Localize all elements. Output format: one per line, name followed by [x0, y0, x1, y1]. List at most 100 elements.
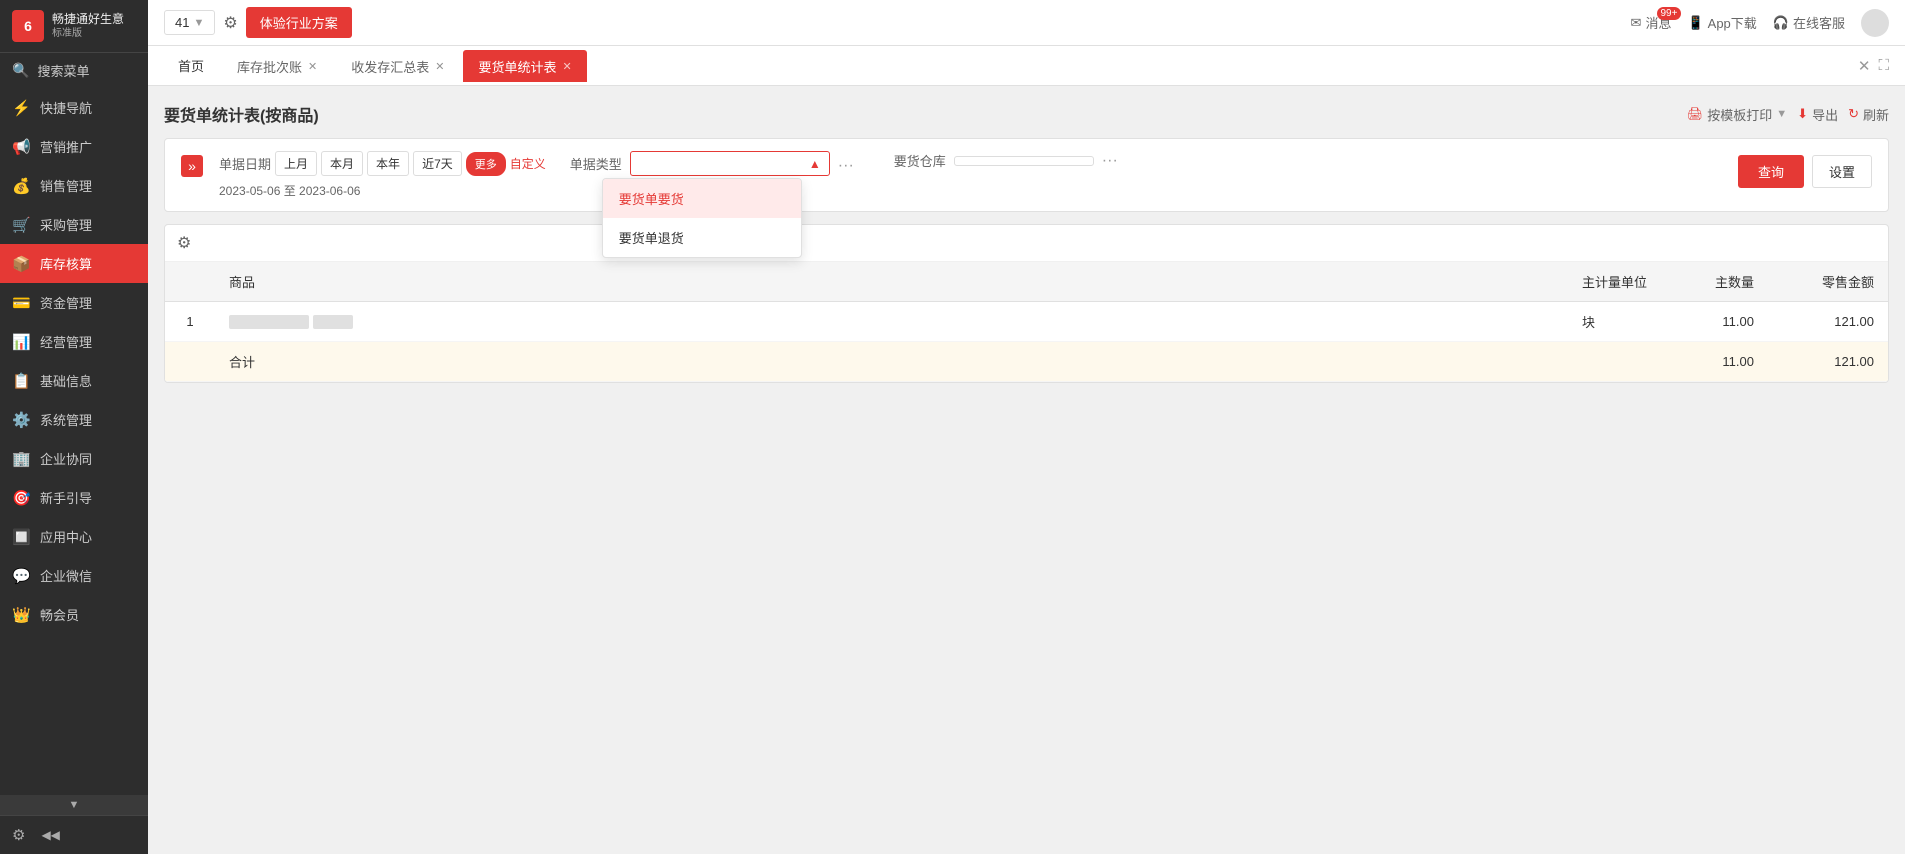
- scroll-down-arrow: ▼: [69, 799, 80, 811]
- tab-receivables-summary[interactable]: 收发存汇总表 ✕: [336, 50, 459, 82]
- purchase-icon: 🛒: [12, 216, 30, 234]
- refresh-btn[interactable]: ↻ 刷新: [1848, 105, 1889, 124]
- filter-dots-icon[interactable]: ···: [838, 157, 854, 175]
- store-selector[interactable]: 41 ▼: [164, 10, 215, 35]
- filter-date-btns: 单据日期 上月 本月 本年 近7天 更多 自定义: [219, 151, 546, 176]
- sidebar-item-enterprise[interactable]: 🏢 企业协同: [0, 439, 148, 478]
- print-icon: 🖨: [1687, 106, 1704, 122]
- filter-expand-icon: »: [188, 158, 196, 174]
- finance-icon: 💳: [12, 294, 30, 312]
- tab-home[interactable]: 首页: [164, 50, 218, 81]
- filter-date-label: 单据日期: [219, 154, 271, 173]
- filter-section: 单据日期 上月 本月 本年 近7天 更多 自定义 2023-05-06 至 20…: [219, 151, 1872, 199]
- wechat-icon: 💬: [12, 567, 30, 585]
- sidebar-search[interactable]: 🔍 搜索菜单: [0, 53, 148, 88]
- message-btn[interactable]: ✉ 消息 99+: [1631, 13, 1672, 32]
- filter-buttons: 查询 设置: [1738, 151, 1872, 188]
- sidebar-item-marketing[interactable]: 📢 营销推广: [0, 127, 148, 166]
- tabs-close-all-icon[interactable]: ✕: [1858, 57, 1871, 75]
- filter-warehouse-label: 要货仓库: [894, 151, 946, 170]
- sidebar-item-finance[interactable]: 💳 资金管理: [0, 283, 148, 322]
- date-btn-more[interactable]: 更多: [466, 152, 506, 176]
- sidebar-item-guide[interactable]: 🎯 新手引导: [0, 478, 148, 517]
- filter-warehouse-group: 要货仓库 ···: [894, 151, 1118, 170]
- filter-panel: » 单据日期 上月 本月 本年 近7天 更多 自定义 2023-05-06 至 …: [164, 138, 1889, 212]
- basic-info-icon: 📋: [12, 372, 30, 390]
- topbar-right: ✉ 消息 99+ 📱 App下载 🎧 在线客服: [1631, 9, 1889, 37]
- app-download-btn[interactable]: 📱 App下载: [1687, 13, 1756, 32]
- sidebar-item-wechat[interactable]: 💬 企业微信: [0, 556, 148, 595]
- table-row: 1 块 11.00: [165, 302, 1888, 342]
- sidebar-item-inventory[interactable]: 📦 库存核算: [0, 244, 148, 283]
- phone-icon: 📱: [1687, 15, 1703, 31]
- trial-btn[interactable]: 体验行业方案: [246, 7, 352, 38]
- dropdown-item-order-goods[interactable]: 要货单要货: [603, 179, 801, 218]
- sidebar-scroll-down[interactable]: ▼: [0, 795, 148, 815]
- col-header-unit: 主计量单位: [1568, 262, 1668, 302]
- topbar-left: 41 ▼ ⚙ 体验行业方案: [164, 7, 1631, 38]
- logo-icon: 6: [12, 10, 44, 42]
- tabs-bar: 首页 库存批次账 ✕ 收发存汇总表 ✕ 要货单统计表 ✕ ✕ ⛶: [148, 46, 1905, 86]
- tab-receivables-close[interactable]: ✕: [435, 60, 444, 73]
- filter-warehouse-input[interactable]: [954, 156, 1094, 166]
- date-btn-this-month[interactable]: 本月: [321, 151, 363, 176]
- sidebar-item-member[interactable]: 👑 畅会员: [0, 595, 148, 634]
- sidebar-item-sales[interactable]: 💰 销售管理: [0, 166, 148, 205]
- system-icon: ⚙️: [12, 411, 30, 429]
- topbar-gear-icon[interactable]: ⚙: [223, 13, 237, 33]
- tab-inventory-batch-close[interactable]: ✕: [308, 60, 317, 73]
- inventory-icon: 📦: [12, 255, 30, 273]
- tab-inventory-batch[interactable]: 库存批次账 ✕: [222, 50, 332, 82]
- sidebar-bottom: ⚙ ◀◀: [0, 815, 148, 854]
- query-btn[interactable]: 查询: [1738, 155, 1804, 188]
- setting-btn[interactable]: 设置: [1812, 155, 1872, 188]
- cell-num: 1: [165, 302, 215, 342]
- filter-expand-btn[interactable]: »: [181, 155, 203, 177]
- sidebar-item-app-center[interactable]: 🔲 应用中心: [0, 517, 148, 556]
- page-header: 要货单统计表(按商品) 🖨 按模板打印 ▼ ⬇ 导出 ↻ 刷新: [164, 102, 1889, 126]
- col-header-qty: 主数量: [1668, 262, 1768, 302]
- warehouse-dots-icon[interactable]: ···: [1102, 152, 1118, 170]
- date-btn-last-month[interactable]: 上月: [275, 151, 317, 176]
- sales-icon: 💰: [12, 177, 30, 195]
- filter-type-chevron-icon[interactable]: ▲: [809, 157, 821, 171]
- filter-type-input[interactable]: ▲: [630, 151, 830, 176]
- print-btn[interactable]: 🖨 按模板打印 ▼: [1687, 105, 1787, 124]
- sidebar-item-operations[interactable]: 📊 经营管理: [0, 322, 148, 361]
- member-icon: 👑: [12, 606, 30, 624]
- message-badge: 99+: [1657, 7, 1682, 20]
- date-btn-7days[interactable]: 近7天: [413, 151, 462, 176]
- cell-product: [215, 302, 1568, 342]
- sidebar: 6 畅捷通好生意 标准版 🔍 搜索菜单 ⚡ 快捷导航 📢 营销推广 💰 销售管理…: [0, 0, 148, 854]
- tab-order-summary-close[interactable]: ✕: [563, 60, 572, 73]
- headset-icon: 🎧: [1773, 15, 1789, 31]
- dropdown-item-order-return[interactable]: 要货单退货: [603, 218, 801, 257]
- date-custom-btn[interactable]: 自定义: [510, 155, 546, 172]
- sidebar-settings-icon[interactable]: ⚙: [12, 826, 25, 844]
- table-footer-row: 合计 11.00 121.00: [165, 342, 1888, 382]
- app-center-icon: 🔲: [12, 528, 30, 546]
- date-btn-this-year[interactable]: 本年: [367, 151, 409, 176]
- sidebar-item-basic-info[interactable]: 📋 基础信息: [0, 361, 148, 400]
- online-service-btn[interactable]: 🎧 在线客服: [1773, 13, 1845, 32]
- sidebar-nav: ⚡ 快捷导航 📢 营销推广 💰 销售管理 🛒 采购管理 📦 库存核算 💳 资金管…: [0, 88, 148, 795]
- sidebar-item-purchase[interactable]: 🛒 采购管理: [0, 205, 148, 244]
- sidebar-logo: 6 畅捷通好生意 标准版: [0, 0, 148, 53]
- tab-order-summary[interactable]: 要货单统计表 ✕: [463, 50, 586, 82]
- tabs-actions: ✕ ⛶: [1858, 57, 1889, 75]
- sidebar-collapse-icon[interactable]: ◀◀: [41, 828, 59, 842]
- table-header-row: 商品 主计量单位 主数量 零售金额: [165, 262, 1888, 302]
- enterprise-icon: 🏢: [12, 450, 30, 468]
- cell-amount: 121.00: [1768, 302, 1888, 342]
- col-header-num: [165, 262, 215, 302]
- tabs-expand-icon[interactable]: ⛶: [1878, 57, 1889, 74]
- table-settings-icon[interactable]: ⚙: [177, 233, 191, 253]
- data-table: 商品 主计量单位 主数量 零售金额: [165, 262, 1888, 382]
- user-avatar[interactable]: [1861, 9, 1889, 37]
- cell-unit: 块: [1568, 302, 1668, 342]
- sidebar-item-system[interactable]: ⚙️ 系统管理: [0, 400, 148, 439]
- date-range-display: 2023-05-06 至 2023-06-06: [219, 182, 546, 199]
- sidebar-item-quick-nav[interactable]: ⚡ 快捷导航: [0, 88, 148, 127]
- filter-type-text-input[interactable]: [639, 156, 809, 171]
- export-btn[interactable]: ⬇ 导出: [1797, 105, 1838, 124]
